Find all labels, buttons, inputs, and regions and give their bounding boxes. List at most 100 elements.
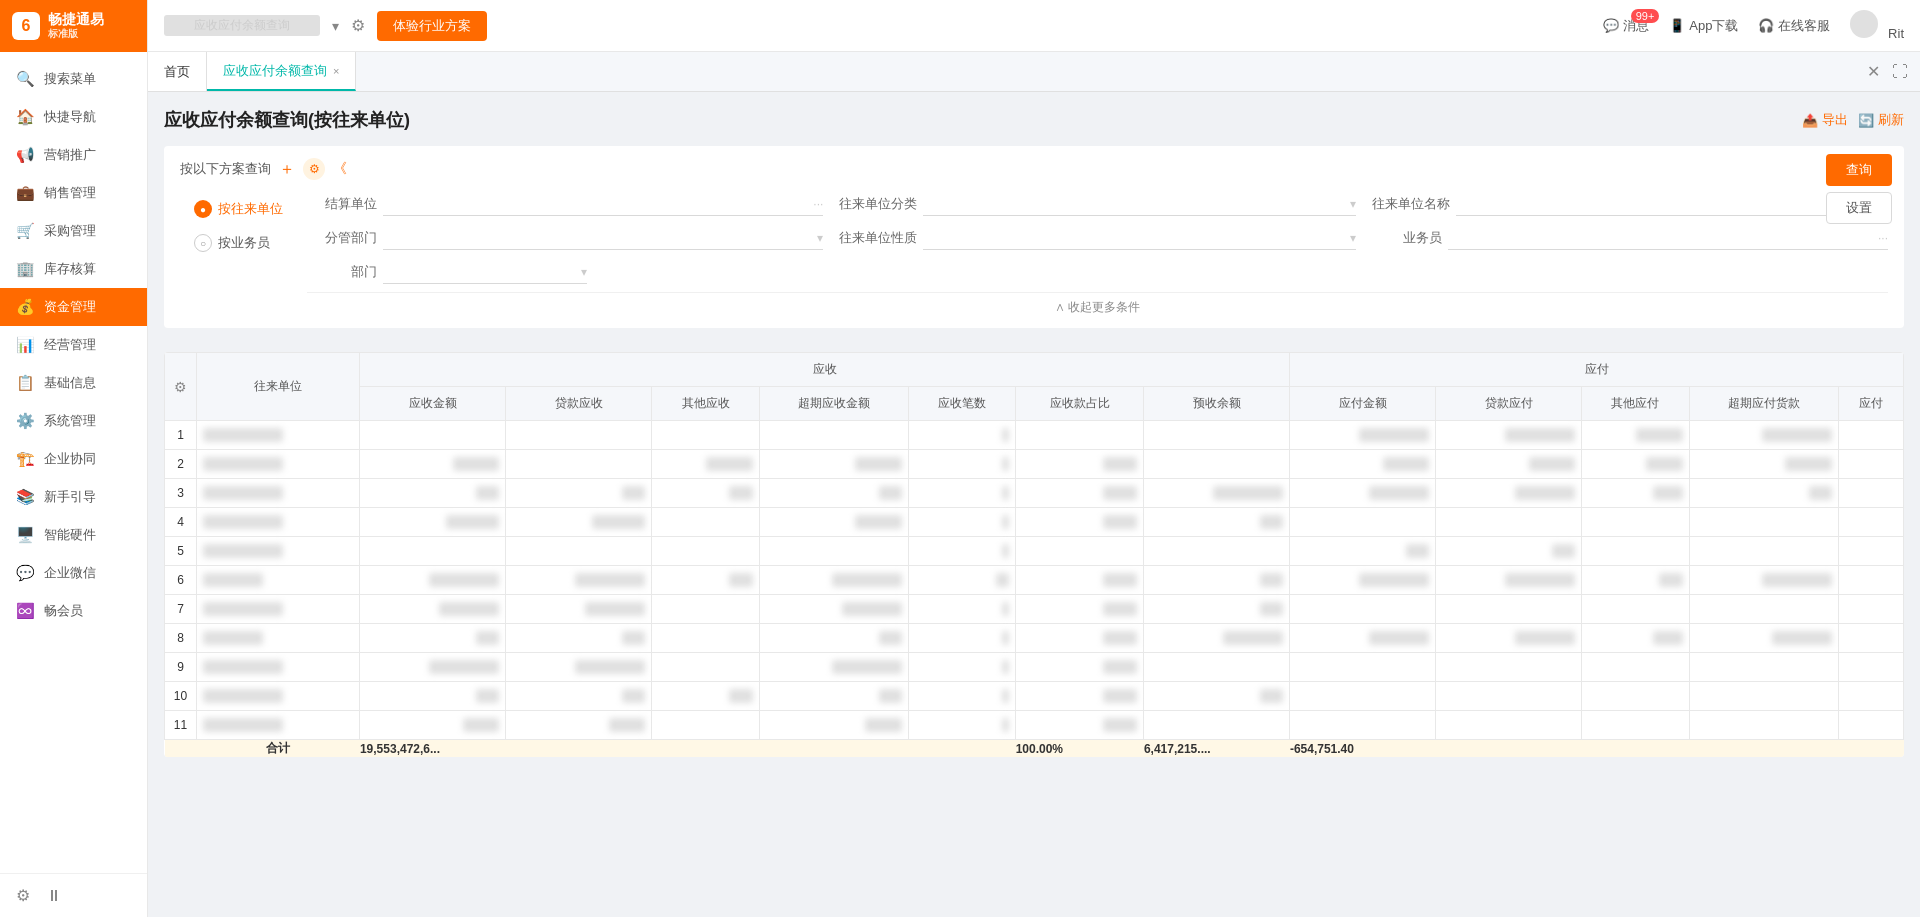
user-info[interactable]: Rit	[1850, 10, 1904, 41]
partner-nature-input[interactable]	[923, 226, 1349, 249]
dropdown-arrow-icon[interactable]: ▾	[332, 18, 339, 34]
cell-link[interactable]: 0.00	[1260, 689, 1283, 703]
cell-link[interactable]: 810,126.64	[439, 602, 499, 616]
cell-link[interactable]: 0.00	[1260, 573, 1283, 587]
cell-link[interactable]: 1,000.00	[453, 457, 500, 471]
cell-link[interactable]: 1,251,551.00	[1505, 428, 1575, 442]
cell-link[interactable]: 1,251,551.00	[1762, 428, 1832, 442]
sidebar-item-sales[interactable]: 💼 销售管理	[0, 174, 147, 212]
nav-option-by-partner[interactable]: ● 按往来单位	[180, 192, 297, 226]
nav-option-by-salesman[interactable]: ○ 按业务员	[180, 226, 297, 260]
notifications[interactable]: 💬 消息 99+	[1603, 17, 1649, 35]
sidebar-item-operations[interactable]: 📊 经营管理	[0, 326, 147, 364]
tab-ar-ap[interactable]: 应收应付余额查询 ×	[207, 52, 356, 91]
tab-close-icon[interactable]: ×	[333, 65, 339, 77]
cell-link[interactable]: 100.00	[1646, 457, 1683, 471]
sidebar-item-inventory[interactable]: 🏢 库存核算	[0, 250, 147, 288]
cell-link[interactable]: 4,345,436.20	[575, 573, 645, 587]
cell-link[interactable]: 0.00	[729, 689, 752, 703]
cell-link[interactable]: 0.00	[1406, 544, 1429, 558]
collapse-footer-icon[interactable]: ⏸	[46, 887, 62, 905]
settlement-unit-ellipsis[interactable]: ···	[813, 197, 823, 211]
cell-link[interactable]: 0.00	[1260, 515, 1283, 529]
sidebar-item-quick-nav[interactable]: 🏠 快捷导航	[0, 98, 147, 136]
dept-input[interactable]	[383, 226, 817, 249]
app-download[interactable]: 📱 App下载	[1669, 17, 1738, 35]
collapse-conditions[interactable]: ∧ 收起更多条件	[307, 292, 1888, 316]
cell-link[interactable]: 0.00	[622, 689, 645, 703]
cell-link[interactable]: 77.00	[1653, 631, 1683, 645]
dept-arrow[interactable]: ▾	[817, 231, 823, 245]
cell-link[interactable]: 0.00	[476, 486, 499, 500]
cell-link[interactable]: 1,001,135.00	[429, 660, 499, 674]
cell-link[interactable]: 18,000.00	[446, 515, 499, 529]
cell-link[interactable]: 0.00	[1809, 486, 1832, 500]
cell-link[interactable]: 3,044,240.00	[1505, 573, 1575, 587]
refresh-button[interactable]: 🔄 刷新	[1858, 111, 1904, 129]
partner-name-input[interactable]	[1456, 192, 1888, 215]
tab-close-window-icon[interactable]: ✕	[1867, 62, 1880, 81]
cell-link[interactable]: 18,000.00	[592, 515, 645, 529]
search-add-icon[interactable]: ＋	[279, 159, 295, 180]
cell-link[interactable]: 0.00	[729, 573, 752, 587]
cell-link[interactable]: 0.00	[1552, 544, 1575, 558]
query-button[interactable]: 查询	[1826, 154, 1892, 186]
cell-link[interactable]: 1,390.00	[1529, 457, 1576, 471]
cell-link[interactable]: 345,761.00	[1369, 631, 1429, 645]
salesman-input[interactable]	[1448, 226, 1878, 249]
sub-dept-input[interactable]	[383, 260, 581, 283]
search-settings-icon[interactable]: ⚙	[303, 158, 325, 180]
sub-dept-arrow[interactable]: ▾	[581, 265, 587, 279]
cell-link[interactable]: 0.00	[476, 689, 499, 703]
cell-link[interactable]: 1,390.00	[1785, 457, 1832, 471]
sidebar-item-marketing[interactable]: 📢 营销推广	[0, 136, 147, 174]
export-button[interactable]: 📤 导出	[1802, 111, 1848, 129]
sidebar-item-basic-info[interactable]: 📋 基础信息	[0, 364, 147, 402]
search-collapse-icon[interactable]: 《	[333, 160, 347, 178]
cell-link[interactable]: 152.00	[609, 718, 646, 732]
cell-link[interactable]: 345,684.00	[1515, 631, 1575, 645]
cell-link[interactable]: 3,044,240.00	[1359, 573, 1429, 587]
settings-footer-icon[interactable]: ⚙	[16, 886, 30, 905]
sidebar-item-guide[interactable]: 📚 新手引导	[0, 478, 147, 516]
salesman-ellipsis[interactable]: ···	[1878, 231, 1888, 245]
sidebar-item-search-menu[interactable]: 🔍 搜索菜单	[0, 60, 147, 98]
cell-link[interactable]: 0.00	[476, 631, 499, 645]
cell-link[interactable]: 0.00	[622, 631, 645, 645]
cell-link[interactable]: 345,684.00	[1772, 631, 1832, 645]
cell-link[interactable]: 0.00	[622, 486, 645, 500]
cell-link[interactable]: 152.00	[463, 718, 500, 732]
cell-link[interactable]: 0.00	[729, 486, 752, 500]
tab-home[interactable]: 首页	[148, 52, 207, 91]
sidebar-item-finance[interactable]: 💰 资金管理	[0, 288, 147, 326]
cell-link[interactable]: 1,490.00	[1383, 457, 1430, 471]
settlement-unit-input[interactable]	[383, 192, 813, 215]
sidebar-item-smart-hw[interactable]: 🖥️ 智能硬件	[0, 516, 147, 554]
partner-category-input[interactable]	[923, 192, 1349, 215]
sidebar-item-member[interactable]: ♾️ 畅会员	[0, 592, 147, 630]
sidebar-item-system[interactable]: ⚙️ 系统管理	[0, 402, 147, 440]
cell-link[interactable]: 915,495.56	[1515, 486, 1575, 500]
sidebar-item-wechat[interactable]: 💬 企业微信	[0, 554, 147, 592]
cell-link[interactable]: 4,345,436.20	[429, 573, 499, 587]
sidebar-item-enterprise[interactable]: 🏗️ 企业协同	[0, 440, 147, 478]
partner-category-arrow[interactable]: ▾	[1350, 197, 1356, 211]
set-button[interactable]: 设置	[1826, 192, 1892, 224]
partner-nature-arrow[interactable]: ▾	[1350, 231, 1356, 245]
sidebar-item-purchase[interactable]: 🛒 采购管理	[0, 212, 147, 250]
cell-link[interactable]: 3,044,240.00	[1762, 573, 1832, 587]
tab-expand-icon[interactable]: ⛶	[1892, 63, 1908, 81]
cell-link[interactable]: 1,000.00	[706, 457, 753, 471]
cell-link[interactable]: 0.00	[1659, 573, 1682, 587]
cell-link[interactable]: 915,508.56	[1369, 486, 1429, 500]
online-service[interactable]: 🎧 在线客服	[1758, 17, 1830, 35]
promo-button[interactable]: 体验行业方案	[377, 11, 487, 41]
cell-link[interactable]: 1,222.00	[1636, 428, 1683, 442]
cell-link[interactable]: 2,153,333.00	[1213, 486, 1283, 500]
table-settings-icon[interactable]: ⚙	[174, 379, 187, 395]
cell-link[interactable]: 655,636.75	[1223, 631, 1283, 645]
cell-link[interactable]: 0.00	[1260, 602, 1283, 616]
cell-link[interactable]: 13.00	[1653, 486, 1683, 500]
header-gear-icon[interactable]: ⚙	[351, 16, 365, 35]
cell-link[interactable]: 810,126.64	[585, 602, 645, 616]
